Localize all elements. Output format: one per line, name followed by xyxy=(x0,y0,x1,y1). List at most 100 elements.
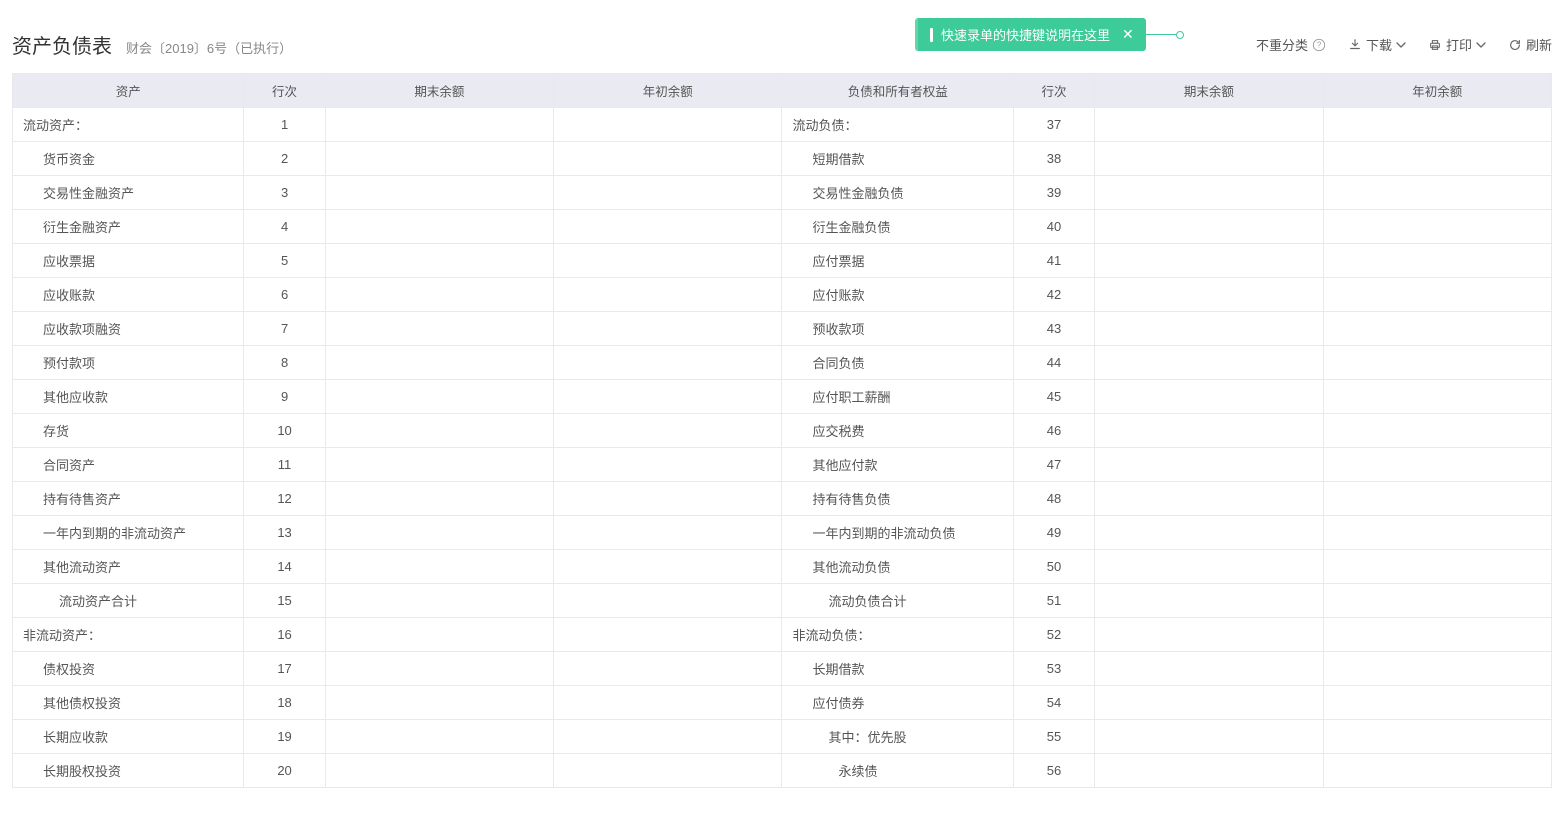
asset-label: 合同资产 xyxy=(13,448,244,482)
refresh-button[interactable]: 刷新 xyxy=(1508,35,1552,54)
liab-label: 其他应付款 xyxy=(782,448,1013,482)
liab-end-balance xyxy=(1095,346,1323,380)
liab-begin-balance xyxy=(1323,652,1551,686)
asset-end-balance xyxy=(325,550,553,584)
liab-end-balance xyxy=(1095,516,1323,550)
liab-begin-balance xyxy=(1323,244,1551,278)
table-row: 持有待售资产12持有待售负债48 xyxy=(13,482,1552,516)
asset-end-balance xyxy=(325,142,553,176)
asset-end-balance xyxy=(325,346,553,380)
table-row: 应收账款6应付账款42 xyxy=(13,278,1552,312)
close-icon[interactable]: ✕ xyxy=(1122,26,1134,43)
asset-line-no: 19 xyxy=(244,720,325,754)
liab-line-no: 54 xyxy=(1013,686,1094,720)
table-row: 应收票据5应付票据41 xyxy=(13,244,1552,278)
liab-begin-balance xyxy=(1323,550,1551,584)
header-asset: 资产 xyxy=(13,74,244,108)
asset-end-balance xyxy=(325,720,553,754)
liab-end-balance xyxy=(1095,448,1323,482)
asset-line-no: 4 xyxy=(244,210,325,244)
asset-begin-balance xyxy=(554,210,782,244)
asset-begin-balance xyxy=(554,584,782,618)
asset-line-no: 5 xyxy=(244,244,325,278)
download-button[interactable]: 下载 xyxy=(1348,35,1406,54)
liab-label: 其中：优先股 xyxy=(782,720,1013,754)
asset-begin-balance xyxy=(554,754,782,788)
asset-line-no: 18 xyxy=(244,686,325,720)
printer-icon xyxy=(1428,38,1442,52)
asset-begin-balance xyxy=(554,482,782,516)
asset-label: 债权投资 xyxy=(13,652,244,686)
table-row: 流动资产合计15流动负债合计51 xyxy=(13,584,1552,618)
liab-line-no: 42 xyxy=(1013,278,1094,312)
table-row: 存货10应交税费46 xyxy=(13,414,1552,448)
print-button[interactable]: 打印 xyxy=(1428,35,1486,54)
asset-end-balance xyxy=(325,176,553,210)
toolbar: 不重分类 ? 下载 打印 刷新 xyxy=(1256,35,1552,54)
liab-label: 非流动负债： xyxy=(782,618,1013,652)
liab-label: 预收款项 xyxy=(782,312,1013,346)
refresh-icon xyxy=(1508,38,1522,52)
liab-line-no: 45 xyxy=(1013,380,1094,414)
table-row: 长期应收款19其中：优先股55 xyxy=(13,720,1552,754)
liab-end-balance xyxy=(1095,482,1323,516)
liab-line-no: 43 xyxy=(1013,312,1094,346)
liab-label: 流动负债合计 xyxy=(782,584,1013,618)
asset-label: 存货 xyxy=(13,414,244,448)
liab-end-balance xyxy=(1095,278,1323,312)
asset-line-no: 3 xyxy=(244,176,325,210)
liab-label: 长期借款 xyxy=(782,652,1013,686)
table-row: 其他应收款9应付职工薪酬45 xyxy=(13,380,1552,414)
liab-line-no: 39 xyxy=(1013,176,1094,210)
asset-begin-balance xyxy=(554,380,782,414)
asset-begin-balance xyxy=(554,720,782,754)
liab-begin-balance xyxy=(1323,686,1551,720)
asset-label: 其他流动资产 xyxy=(13,550,244,584)
asset-begin-balance xyxy=(554,618,782,652)
asset-end-balance xyxy=(325,244,553,278)
liab-line-no: 44 xyxy=(1013,346,1094,380)
liab-line-no: 48 xyxy=(1013,482,1094,516)
liab-begin-balance xyxy=(1323,176,1551,210)
hint-accent-bar xyxy=(930,28,933,42)
liab-line-no: 40 xyxy=(1013,210,1094,244)
liab-line-no: 51 xyxy=(1013,584,1094,618)
asset-label: 交易性金融资产 xyxy=(13,176,244,210)
liab-end-balance xyxy=(1095,618,1323,652)
table-row: 债权投资17长期借款53 xyxy=(13,652,1552,686)
liab-end-balance xyxy=(1095,550,1323,584)
asset-line-no: 15 xyxy=(244,584,325,618)
table-row: 流动资产：1流动负债：37 xyxy=(13,108,1552,142)
asset-begin-balance xyxy=(554,652,782,686)
liab-end-balance xyxy=(1095,380,1323,414)
liab-begin-balance xyxy=(1323,754,1551,788)
asset-line-no: 17 xyxy=(244,652,325,686)
liab-label: 应付债券 xyxy=(782,686,1013,720)
asset-line-no: 8 xyxy=(244,346,325,380)
liab-begin-balance xyxy=(1323,108,1551,142)
asset-end-balance xyxy=(325,448,553,482)
liab-begin-balance xyxy=(1323,210,1551,244)
no-classify-label: 不重分类 xyxy=(1256,35,1308,54)
asset-begin-balance xyxy=(554,176,782,210)
no-classify-button[interactable]: 不重分类 ? xyxy=(1256,35,1326,54)
asset-begin-balance xyxy=(554,142,782,176)
liab-begin-balance xyxy=(1323,142,1551,176)
asset-label: 长期应收款 xyxy=(13,720,244,754)
hint-connector-dot xyxy=(1176,31,1184,39)
liab-line-no: 37 xyxy=(1013,108,1094,142)
asset-line-no: 10 xyxy=(244,414,325,448)
liab-label: 合同负债 xyxy=(782,346,1013,380)
asset-end-balance xyxy=(325,584,553,618)
header-liab: 负债和所有者权益 xyxy=(782,74,1013,108)
liab-label: 永续债 xyxy=(782,754,1013,788)
liab-end-balance xyxy=(1095,652,1323,686)
liab-end-balance xyxy=(1095,720,1323,754)
liab-begin-balance xyxy=(1323,312,1551,346)
liab-label: 短期借款 xyxy=(782,142,1013,176)
liab-begin-balance xyxy=(1323,278,1551,312)
asset-label: 预付款项 xyxy=(13,346,244,380)
liab-line-no: 52 xyxy=(1013,618,1094,652)
liab-label: 应付票据 xyxy=(782,244,1013,278)
liab-begin-balance xyxy=(1323,414,1551,448)
